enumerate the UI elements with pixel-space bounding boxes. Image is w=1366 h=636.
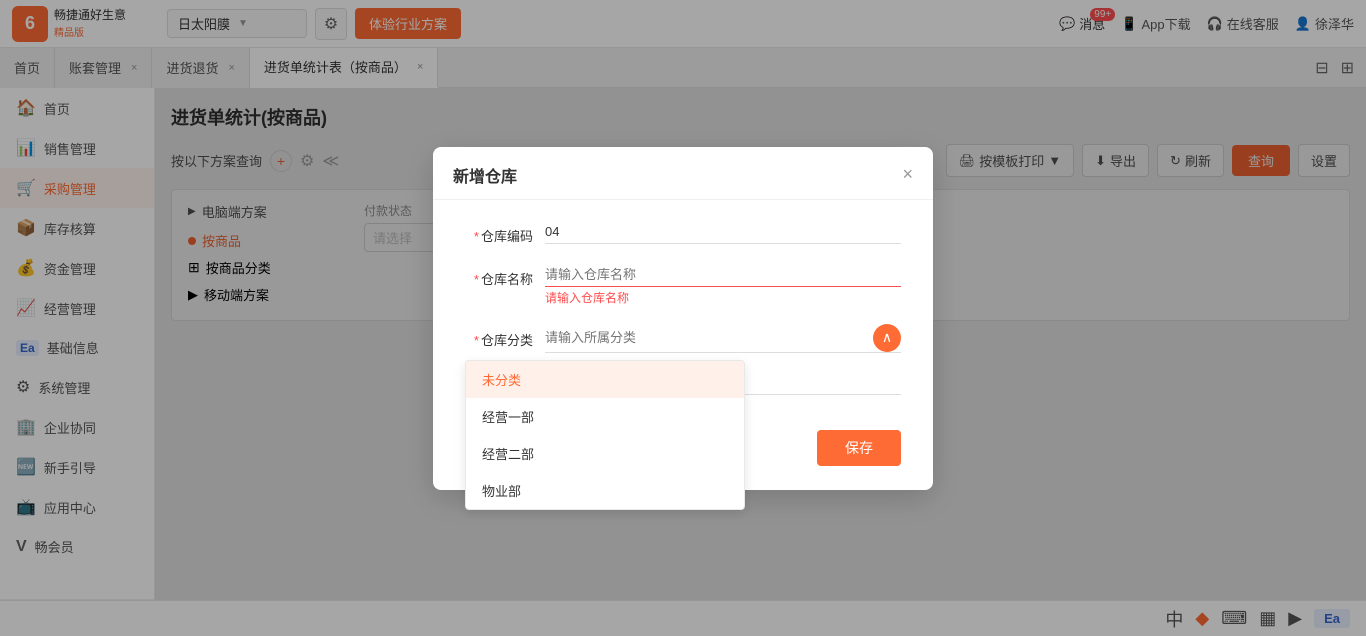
code-input[interactable] — [545, 220, 901, 244]
save-button[interactable]: 保存 — [817, 430, 901, 466]
form-row-name: *仓库名称 请输入仓库名称 — [465, 263, 901, 306]
category-arrow-icon[interactable]: ∧ — [873, 324, 901, 352]
code-input-wrap — [545, 220, 901, 244]
dropdown-item-dept3[interactable]: 物业部 — [466, 472, 744, 509]
category-input-row: ∧ — [545, 324, 901, 353]
name-label: *仓库名称 — [465, 263, 533, 288]
modal-close-button[interactable]: × — [902, 164, 913, 185]
modal-new-warehouse: 新增仓库 × *仓库编码 *仓库名称 请输入仓库名称 — [433, 147, 933, 490]
name-error-msg: 请输入仓库名称 — [545, 289, 901, 306]
form-row-code: *仓库编码 — [465, 220, 901, 245]
dropdown-item-dept2[interactable]: 经营二部 — [466, 435, 744, 472]
modal-body: *仓库编码 *仓库名称 请输入仓库名称 *仓库分类 — [433, 200, 933, 396]
modal-header: 新增仓库 × — [433, 147, 933, 200]
form-row-category: *仓库分类 ∧ 未分类 经营一部 经营二部 物业部 — [465, 324, 901, 353]
code-label: *仓库编码 — [465, 220, 533, 245]
category-input[interactable] — [545, 326, 873, 349]
dropdown-item-dept1[interactable]: 经营一部 — [466, 398, 744, 435]
dropdown-item-unclassified[interactable]: 未分类 — [466, 361, 744, 398]
category-input-wrap: ∧ 未分类 经营一部 经营二部 物业部 — [545, 324, 901, 353]
category-dropdown: 未分类 经营一部 经营二部 物业部 — [465, 360, 745, 510]
name-input-wrap: 请输入仓库名称 — [545, 263, 901, 306]
modal-title: 新增仓库 — [453, 163, 517, 187]
name-input[interactable] — [545, 263, 901, 287]
modal-overlay: 新增仓库 × *仓库编码 *仓库名称 请输入仓库名称 — [0, 0, 1366, 636]
category-label: *仓库分类 — [465, 324, 533, 349]
